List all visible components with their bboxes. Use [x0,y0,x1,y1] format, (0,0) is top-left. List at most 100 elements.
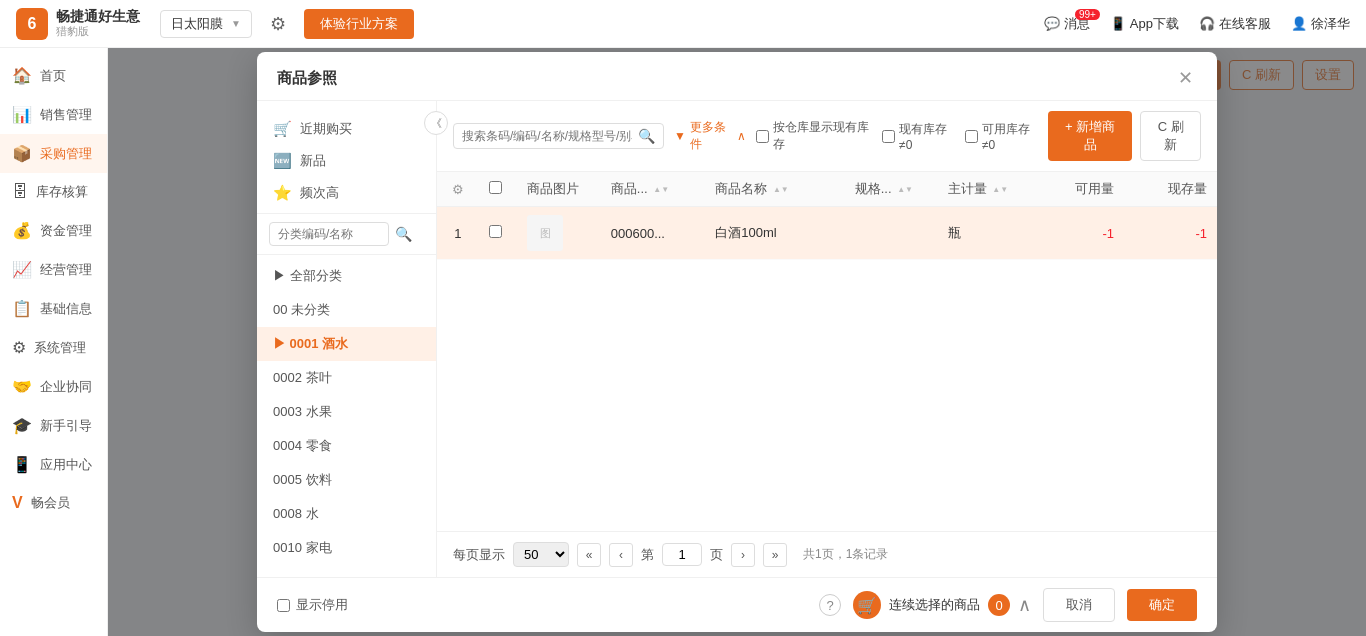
collapse-btn[interactable]: 《 [424,111,448,135]
nav-service[interactable]: 🎧 在线客服 [1199,15,1271,33]
shortcut-list: 🛒 近期购买 🆕 新品 ⭐ 频次高 [257,109,436,214]
pagination-bar: 每页显示 20 50 100 « ‹ 第 页 › [437,531,1217,577]
sidebar-item-home[interactable]: 🏠 首页 [0,56,107,95]
page-first-btn[interactable]: « [577,543,601,567]
table-row[interactable]: 1 图 000600... 白酒100ml 瓶 [437,207,1217,260]
product-search-wrap: 🔍 [453,123,664,149]
add-product-btn[interactable]: + 新增商品 [1048,111,1132,161]
home-icon: 🏠 [12,66,32,85]
th-spec[interactable]: 规格... ▲▼ [845,172,938,207]
th-stock: 现存量 [1124,172,1217,207]
page-label: 第 [641,546,654,564]
page-input[interactable] [662,543,702,566]
sidebar-item-label: 采购管理 [40,145,92,163]
category-0002[interactable]: 0002 茶叶 [257,361,436,395]
page-last-btn[interactable]: » [763,543,787,567]
category-all[interactable]: ▶ 全部分类 [257,259,436,293]
confirm-btn[interactable]: 确定 [1127,589,1197,621]
sidebar-item-apps[interactable]: 📱 应用中心 [0,445,107,484]
th-check [479,172,517,207]
product-modal: 商品参照 ✕ 🛒 近期购买 🆕 [257,52,1217,632]
filter-collapse-icon: ∧ [737,129,746,143]
sidebar-item-finance[interactable]: 💰 资金管理 [0,211,107,250]
sidebar-item-label: 首页 [40,67,66,85]
category-0008[interactable]: 0008 水 [257,497,436,531]
user-label: 徐泽华 [1311,15,1350,33]
sidebar-item-sales[interactable]: 📊 销售管理 [0,95,107,134]
sidebar-item-guide[interactable]: 🎓 新手引导 [0,406,107,445]
checkbox-avail-input[interactable] [965,130,978,143]
th-settings[interactable]: ⚙ [437,172,479,207]
checkbox-current-input[interactable] [882,130,895,143]
category-0004[interactable]: 0004 零食 [257,429,436,463]
checkbox-warehouse[interactable]: 按仓库显示现有库存 [756,119,872,153]
new-label: 新品 [300,152,326,170]
category-0003[interactable]: 0003 水果 [257,395,436,429]
sidebar-item-label: 销售管理 [40,106,92,124]
page-prev-btn[interactable]: ‹ [609,543,633,567]
sidebar-item-member[interactable]: V 畅会员 [0,484,107,522]
per-page-select[interactable]: 20 50 100 [513,542,569,567]
page-next-btn[interactable]: › [731,543,755,567]
shortcut-recent-buy[interactable]: 🛒 近期购买 [257,113,436,145]
product-search-input[interactable] [462,129,632,143]
category-search-icon[interactable]: 🔍 [395,226,412,242]
row-checkbox[interactable] [489,225,502,238]
msg-icon: 💬 [1044,16,1060,31]
gear-icon[interactable]: ⚙ [264,10,292,38]
layout: 🏠 首页 📊 销售管理 📦 采购管理 🗄 库存核算 💰 资金管理 📈 经营管理 … [0,48,1366,636]
th-unit[interactable]: 主计量 ▲▼ [938,172,1031,207]
shortcut-new[interactable]: 🆕 新品 [257,145,436,177]
cart-collapse-btn[interactable]: ∧ [1018,594,1031,616]
checkbox-warehouse-input[interactable] [756,130,769,143]
checkbox-current[interactable]: 现有库存≠0 [882,121,955,152]
td-unit: 瓶 [938,207,1031,260]
shortcut-frequent[interactable]: ⭐ 频次高 [257,177,436,209]
sidebar-item-system[interactable]: ⚙ 系统管理 [0,328,107,367]
show-disabled-label[interactable]: 显示停用 [277,596,348,614]
corp-icon: 🤝 [12,377,32,396]
modal-close-btn[interactable]: ✕ [1173,66,1197,90]
headset-icon: 🎧 [1199,16,1215,31]
filter-label: 更多条件 [690,119,733,153]
td-check[interactable] [479,207,517,260]
category-00[interactable]: 00 未分类 [257,293,436,327]
th-code[interactable]: 商品... ▲▼ [601,172,706,207]
checkbox-avail[interactable]: 可用库存≠0 [965,121,1038,152]
cart-icon[interactable]: 🛒 [853,591,881,619]
freq-label: 频次高 [300,184,339,202]
recent-icon: 🛒 [273,120,292,138]
product-search-icon[interactable]: 🔍 [638,128,655,144]
nav-msg[interactable]: 💬 消息 99+ [1044,15,1090,33]
exp-btn[interactable]: 体验行业方案 [304,9,414,39]
category-0005[interactable]: 0005 饮料 [257,463,436,497]
category-0010-label: 0010 家电 [273,539,332,557]
toolbar: 🔍 ▼ 更多条件 ∧ 按仓库显示现有库存 [437,101,1217,172]
category-all-label: ▶ 全部分类 [273,267,342,285]
sidebar-item-inventory[interactable]: 🗄 库存核算 [0,173,107,211]
refresh-btn[interactable]: C 刷新 [1140,111,1201,161]
nav-app[interactable]: 📱 App下载 [1110,15,1179,33]
select-all-checkbox[interactable] [489,181,502,194]
category-0005-label: 0005 饮料 [273,471,332,489]
sidebar-item-corp[interactable]: 🤝 企业协同 [0,367,107,406]
th-avail: 可用量 [1031,172,1124,207]
category-0001[interactable]: ▶ 0001 酒水 [257,327,436,361]
nav-user[interactable]: 👤 徐泽华 [1291,15,1350,33]
product-table: ⚙ 商品图片 商品... ▲▼ [437,172,1217,260]
apps-icon: 📱 [12,455,32,474]
sidebar-item-basic[interactable]: 📋 基础信息 [0,289,107,328]
category-0010[interactable]: 0010 家电 [257,531,436,565]
inventory-icon: 🗄 [12,183,28,201]
sidebar-item-purchase[interactable]: 📦 采购管理 [0,134,107,173]
cancel-btn[interactable]: 取消 [1043,588,1115,622]
category-search-input[interactable] [269,222,389,246]
sidebar-item-ops[interactable]: 📈 经营管理 [0,250,107,289]
show-disabled-checkbox[interactable] [277,599,290,612]
help-icon[interactable]: ? [819,594,841,616]
nav-selector[interactable]: 日太阳膜 ▼ [160,10,252,38]
th-name[interactable]: 商品名称 ▲▼ [705,172,844,207]
main-content: 查询 C 刷新 设置 商品参照 ✕ 🛒 [108,48,1366,636]
filter-btn[interactable]: ▼ 更多条件 ∧ [674,119,746,153]
nav-selector-arrow: ▼ [231,18,241,29]
